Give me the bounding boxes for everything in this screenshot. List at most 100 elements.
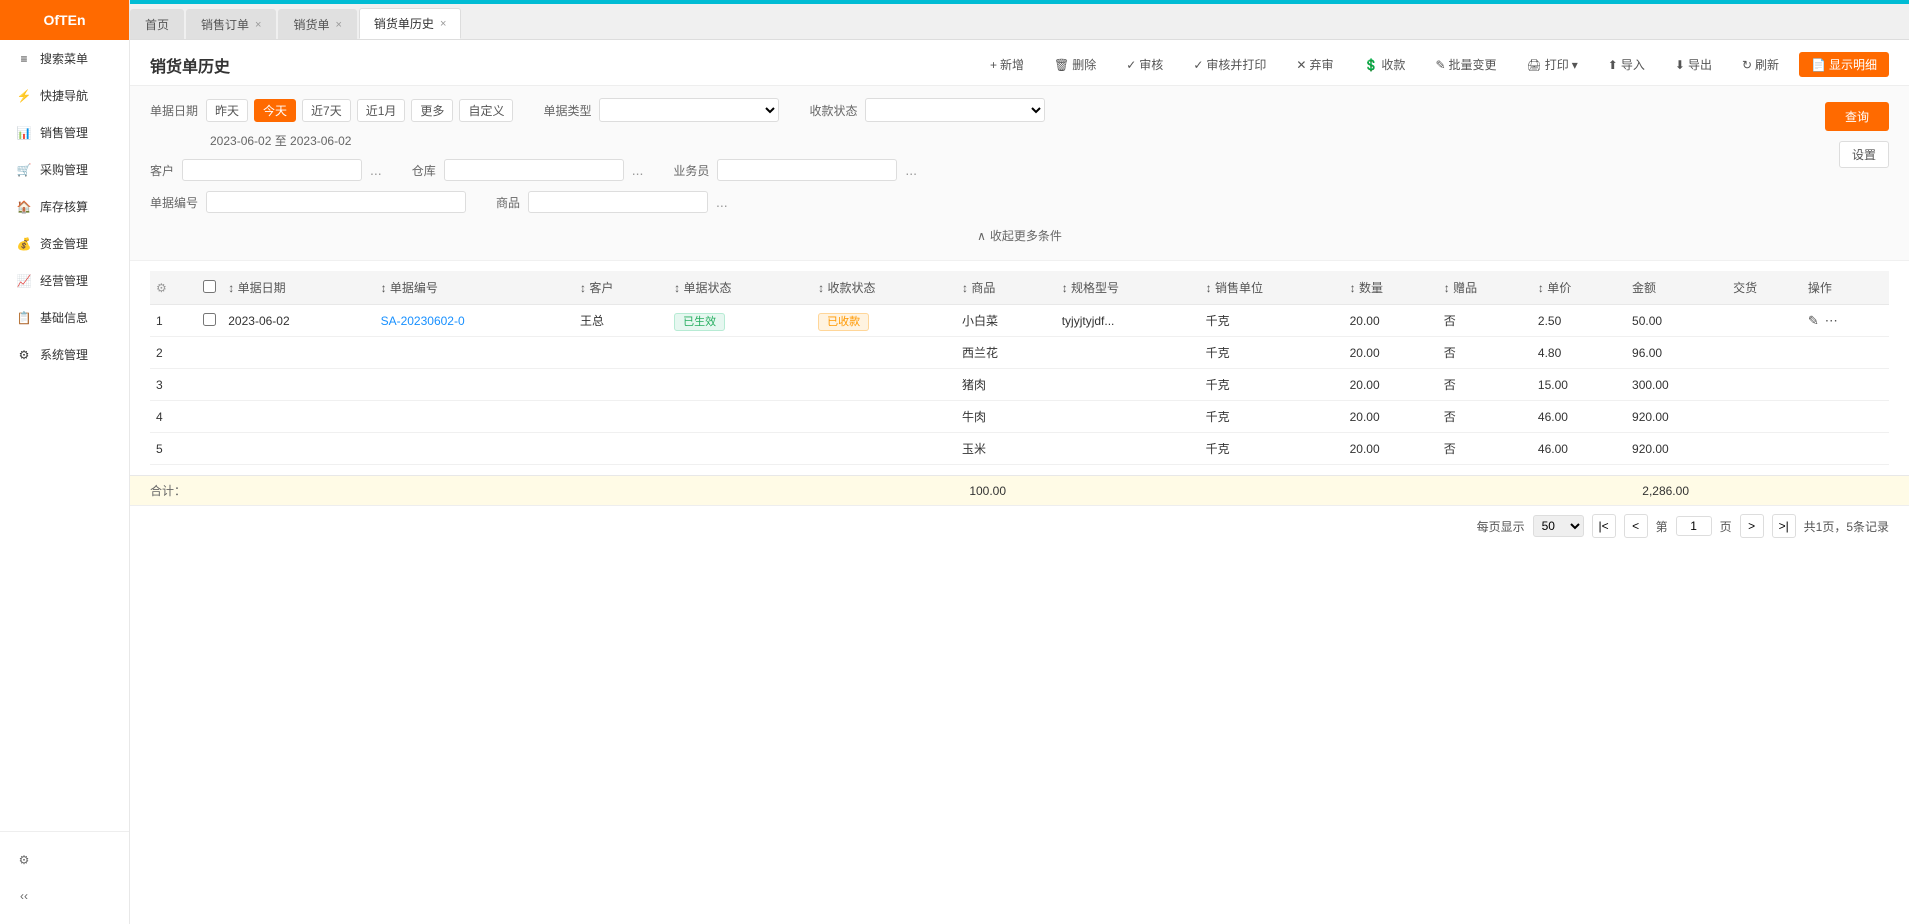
batch-change-button[interactable]: ✎ 批量变更 xyxy=(1425,52,1506,77)
customer-picker-btn[interactable]: ... xyxy=(370,162,382,178)
tab-sales-goods[interactable]: 销货单 × xyxy=(278,9,356,39)
sidebar-collapse-btn[interactable]: ‹‹ xyxy=(0,878,129,914)
sidebar-item-ops-mgmt[interactable]: 📈 经营管理 xyxy=(0,262,129,299)
cell-customer xyxy=(574,401,668,433)
query-button[interactable]: 查询 xyxy=(1825,102,1889,131)
goods-input[interactable] xyxy=(528,191,708,213)
cell-doc-no: SA-20230602-0 xyxy=(375,305,574,337)
cell-doc-date xyxy=(222,401,374,433)
date-today-btn[interactable]: 今天 xyxy=(254,99,296,122)
col-checkbox xyxy=(197,271,222,305)
filter-row-1: 单据日期 昨天 今天 近7天 近1月 更多 自定义 单据类型 xyxy=(150,98,1809,122)
sidebar-item-inventory[interactable]: 🏠 库存核算 xyxy=(0,188,129,225)
doc-no-input[interactable] xyxy=(206,191,466,213)
cell-amount: 96.00 xyxy=(1626,337,1727,369)
close-history-tab[interactable]: × xyxy=(440,18,446,30)
date-custom-btn[interactable]: 自定义 xyxy=(459,99,513,122)
add-icon: + xyxy=(990,58,997,72)
cell-pay-status: 已收款 xyxy=(812,305,956,337)
date-filter: 单据日期 昨天 今天 近7天 近1月 更多 自定义 xyxy=(150,99,513,122)
page-size-select[interactable]: 50 100 xyxy=(1533,515,1584,537)
col-doc-status[interactable]: ↕ 单据状态 xyxy=(668,271,812,305)
warehouse-picker-btn[interactable]: ... xyxy=(632,162,644,178)
col-doc-no[interactable]: ↕ 单据编号 xyxy=(375,271,574,305)
col-goods[interactable]: ↕ 商品 xyxy=(956,271,1056,305)
cell-price: 46.00 xyxy=(1532,401,1626,433)
doc-type-select[interactable] xyxy=(599,98,779,122)
sidebar-item-basic-info[interactable]: 📋 基础信息 xyxy=(0,299,129,336)
cell-checkbox xyxy=(197,401,222,433)
sidebar-item-system-mgmt[interactable]: ⚙ 系统管理 xyxy=(0,336,129,373)
collect-button[interactable]: 💲 收款 xyxy=(1353,52,1415,77)
warehouse-input[interactable] xyxy=(444,159,624,181)
display-detail-button[interactable]: 📄 显示明细 xyxy=(1799,52,1889,77)
inventory-icon: 🏠 xyxy=(16,199,32,215)
date-1month-btn[interactable]: 近1月 xyxy=(357,99,406,122)
close-sales-goods-tab[interactable]: × xyxy=(335,19,341,31)
cell-unit: 千克 xyxy=(1200,305,1344,337)
doc-no-link[interactable]: SA-20230602-0 xyxy=(381,314,465,328)
select-all-checkbox[interactable] xyxy=(203,280,216,293)
cell-qty: 20.00 xyxy=(1344,433,1438,465)
col-customer[interactable]: ↕ 客户 xyxy=(574,271,668,305)
import-icon: ⬆ xyxy=(1608,58,1618,72)
cell-customer xyxy=(574,369,668,401)
cell-customer: 王总 xyxy=(574,305,668,337)
col-spec[interactable]: ↕ 规格型号 xyxy=(1056,271,1200,305)
col-doc-date[interactable]: ↕ 单据日期 xyxy=(222,271,374,305)
table-row: 2 西兰花 千克 20.00 否 4.80 96.00 xyxy=(150,337,1889,369)
collapse-filter-btn[interactable]: ∧ 收起更多条件 xyxy=(150,223,1889,248)
row-checkbox[interactable] xyxy=(203,313,216,326)
tab-home[interactable]: 首页 xyxy=(130,9,184,39)
cell-customer xyxy=(574,337,668,369)
filter-row-2: 客户 ... 仓库 ... 业务员 ... xyxy=(150,159,1809,181)
tab-sales-order[interactable]: 销售订单 × xyxy=(186,9,276,39)
review-print-button[interactable]: ✓ 审核并打印 xyxy=(1183,52,1276,77)
first-page-btn[interactable]: |< xyxy=(1592,514,1616,538)
set-button[interactable]: 设置 xyxy=(1839,141,1889,168)
more-action-btn[interactable]: ⋯ xyxy=(1825,313,1838,329)
col-unit[interactable]: ↕ 销售单位 xyxy=(1200,271,1344,305)
delete-button[interactable]: 🗑 删除 xyxy=(1044,52,1106,77)
sidebar-settings-btn[interactable]: ⚙ xyxy=(0,842,129,878)
date-more-btn[interactable]: 更多 xyxy=(411,99,453,122)
table-settings-icon[interactable]: ⚙ xyxy=(156,281,167,295)
goods-picker-btn[interactable]: ... xyxy=(716,194,728,210)
date-yesterday-btn[interactable]: 昨天 xyxy=(206,99,248,122)
col-price[interactable]: ↕ 单价 xyxy=(1532,271,1626,305)
add-button[interactable]: + 新增 xyxy=(980,52,1034,77)
prev-page-btn[interactable]: < xyxy=(1624,514,1648,538)
sidebar-item-finance-mgmt[interactable]: 💰 资金管理 xyxy=(0,225,129,262)
pay-status-select[interactable] xyxy=(865,98,1045,122)
cell-price: 15.00 xyxy=(1532,369,1626,401)
import-button[interactable]: ⬆ 导入 xyxy=(1598,52,1655,77)
next-page-btn[interactable]: > xyxy=(1740,514,1764,538)
page-number-input[interactable] xyxy=(1676,516,1712,536)
print-button[interactable]: 🖨 打印 ▾ xyxy=(1517,52,1588,77)
abandon-icon: ✕ xyxy=(1296,58,1306,72)
refresh-button[interactable]: ↻ 刷新 xyxy=(1732,52,1789,77)
col-settings[interactable]: ⚙ xyxy=(150,271,197,305)
col-pay-status[interactable]: ↕ 收款状态 xyxy=(812,271,956,305)
review-print-icon: ✓ xyxy=(1193,58,1203,72)
date-7days-btn[interactable]: 近7天 xyxy=(302,99,351,122)
cell-no: 3 xyxy=(150,369,197,401)
pagination: 每页显示 50 100 |< < 第 页 > >| 共1页，5条记录 xyxy=(130,505,1909,546)
abandon-button[interactable]: ✕ 弃审 xyxy=(1286,52,1343,77)
edit-action-btn[interactable]: ✎ xyxy=(1808,313,1819,329)
col-qty[interactable]: ↕ 数量 xyxy=(1344,271,1438,305)
salesman-picker-btn[interactable]: ... xyxy=(905,162,917,178)
col-gift[interactable]: ↕ 赠品 xyxy=(1438,271,1532,305)
sidebar-item-sales-mgmt[interactable]: 📊 销售管理 xyxy=(0,114,129,151)
review-button[interactable]: ✓ 审核 xyxy=(1116,52,1173,77)
salesman-input[interactable] xyxy=(717,159,897,181)
close-sales-order-tab[interactable]: × xyxy=(255,19,261,31)
cell-action xyxy=(1802,433,1889,465)
sidebar-item-purchase-mgmt[interactable]: 🛒 采购管理 xyxy=(0,151,129,188)
sidebar-item-quick-nav[interactable]: ⚡ 快捷导航 xyxy=(0,77,129,114)
export-button[interactable]: ⬇ 导出 xyxy=(1665,52,1722,77)
tab-sales-history[interactable]: 销货单历史 × xyxy=(359,8,461,39)
sidebar-item-search-menu[interactable]: ≡ 搜索菜单 xyxy=(0,40,129,77)
last-page-btn[interactable]: >| xyxy=(1772,514,1796,538)
customer-input[interactable] xyxy=(182,159,362,181)
